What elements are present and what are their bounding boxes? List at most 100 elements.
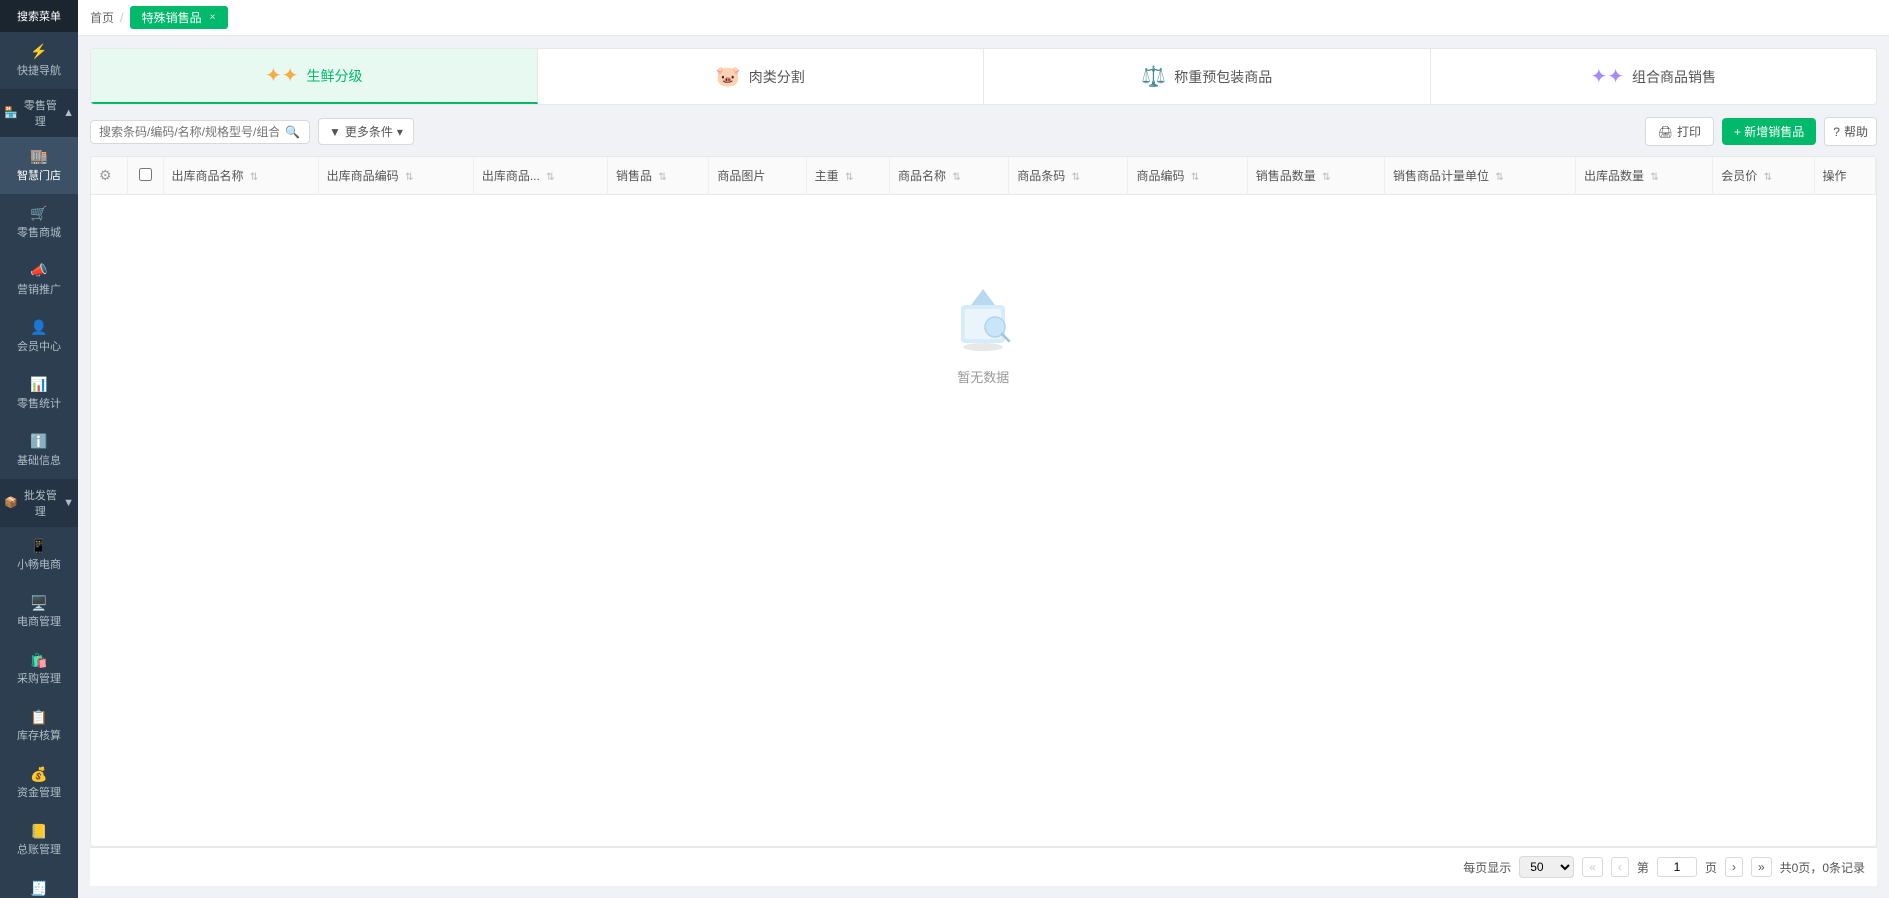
- sidebar-item-invoice-mgmt[interactable]: 🧾 发票管理: [0, 869, 78, 898]
- sidebar-logo[interactable]: 搜索菜单: [0, 0, 78, 32]
- sidebar-item-mini-shop[interactable]: 📱 小畅电商: [0, 527, 78, 584]
- col-action: 操作: [1814, 157, 1875, 195]
- combo-goods-icon: ✦✦: [1590, 64, 1624, 89]
- page-size-label: 每页显示: [1463, 859, 1511, 876]
- inventory-icon: 📋: [4, 708, 74, 728]
- toolbar-right: 🖨 打印 + 新增销售品 ? 帮助: [1645, 117, 1877, 146]
- print-icon: 🖨: [1658, 125, 1673, 139]
- page-content: ✦✦ 生鲜分级 🐷 肉类分割 ⚖️ 称重预包装商品 ✦✦ 组合商品销售 🔍: [78, 36, 1889, 898]
- sidebar-item-wholesale-mgmt[interactable]: 📦 批发管理 ▼: [0, 479, 78, 527]
- empty-text: 暂无数据: [957, 367, 1009, 386]
- main-content: 首页 / 特殊销售品 × ✦✦ 生鲜分级 🐷 肉类分割 ⚖️ 称重预包装商品 ✦…: [78, 0, 1889, 898]
- sales-promo-icon: 📣: [4, 261, 74, 281]
- breadcrumb-active-tab[interactable]: 特殊销售品 ×: [130, 6, 228, 29]
- first-page-button[interactable]: «: [1582, 857, 1603, 877]
- search-icon[interactable]: 🔍: [285, 125, 300, 139]
- page-size-select[interactable]: 50 10 20 100: [1519, 856, 1574, 878]
- prev-page-button[interactable]: ‹: [1611, 857, 1629, 877]
- col-product-name[interactable]: 商品名称 ⇅: [889, 157, 1008, 195]
- breadcrumb-home[interactable]: 首页: [90, 9, 114, 26]
- sort-icon9: ⇅: [1322, 172, 1330, 183]
- gear-icon[interactable]: ⚙: [99, 167, 112, 183]
- sidebar-item-inventory[interactable]: 📋 库存核算: [0, 698, 78, 755]
- next-page-button[interactable]: ›: [1725, 857, 1743, 877]
- col-out-product-more[interactable]: 出库商品... ⇅: [473, 157, 607, 195]
- last-page-button[interactable]: »: [1751, 857, 1772, 877]
- sort-icon7: ⇅: [1072, 172, 1080, 183]
- mini-shop-icon: 📱: [4, 537, 74, 557]
- sort-icon8: ⇅: [1191, 172, 1199, 183]
- select-all-checkbox[interactable]: [139, 168, 152, 181]
- col-out-qty[interactable]: 出库品数量 ⇅: [1576, 157, 1713, 195]
- wholesale-mgmt-icon: 📦: [4, 496, 18, 509]
- col-settings[interactable]: ⚙: [91, 157, 127, 195]
- tab-meat-cut[interactable]: 🐷 肉类分割: [538, 49, 985, 104]
- empty-icon: [943, 275, 1023, 355]
- topbar: 首页 / 特殊销售品 ×: [78, 0, 1889, 36]
- smart-store-icon: 🏬: [4, 147, 74, 167]
- retail-mall-icon: 🛒: [4, 204, 74, 224]
- sidebar-item-retail-stats[interactable]: 📊 零售统计: [0, 365, 78, 422]
- empty-state: 暂无数据: [91, 195, 1876, 466]
- col-checkbox[interactable]: [127, 157, 163, 195]
- tab-combo-goods[interactable]: ✦✦ 组合商品销售: [1431, 49, 1877, 104]
- pagination-bar: 每页显示 50 10 20 100 « ‹ 第 页 › » 共0页，0条记录: [90, 847, 1877, 886]
- search-input[interactable]: [99, 125, 279, 139]
- invoice-mgmt-icon: 🧾: [4, 879, 74, 898]
- col-out-product-name[interactable]: 出库商品名称 ⇅: [163, 157, 318, 195]
- tab-scale-prepack[interactable]: ⚖️ 称重预包装商品: [984, 49, 1431, 104]
- finance-icon: 💰: [4, 765, 74, 785]
- retail-stats-icon: 📊: [4, 375, 74, 395]
- sort-icon10: ⇅: [1495, 172, 1503, 183]
- col-weight[interactable]: 主重 ⇅: [806, 157, 889, 195]
- sort-icon3: ⇅: [546, 172, 554, 183]
- current-page-input[interactable]: [1657, 857, 1697, 877]
- search-box[interactable]: 🔍: [90, 120, 310, 144]
- add-sales-product-button[interactable]: + 新增销售品: [1722, 118, 1816, 145]
- sort-icon12: ⇅: [1764, 172, 1772, 183]
- retail-mgmt-icon: 🏪: [4, 106, 18, 119]
- col-product-image: 商品图片: [709, 157, 806, 195]
- chevron-icon: ▲: [63, 107, 74, 119]
- sidebar-item-sales-promo[interactable]: 📣 营销推广: [0, 251, 78, 308]
- help-icon: ?: [1833, 125, 1840, 139]
- print-button[interactable]: 🖨 打印: [1645, 117, 1714, 146]
- sort-icon4: ⇅: [658, 172, 666, 183]
- sidebar: 搜索菜单 ⚡ 快捷导航 🏪 零售管理 ▲ 🏬 智慧门店 🛒 零售商城 📣 营销推…: [0, 0, 78, 898]
- col-out-product-code[interactable]: 出库商品编码 ⇅: [318, 157, 473, 195]
- tab-row: ✦✦ 生鲜分级 🐷 肉类分割 ⚖️ 称重预包装商品 ✦✦ 组合商品销售: [90, 48, 1877, 105]
- basic-info-icon: ℹ️: [4, 432, 74, 452]
- close-tab-icon[interactable]: ×: [210, 12, 216, 23]
- col-barcode[interactable]: 商品条码 ⇅: [1009, 157, 1128, 195]
- filter-icon: ▼: [329, 125, 341, 139]
- breadcrumb-separator: /: [120, 10, 124, 25]
- page-label-post: 页: [1705, 859, 1717, 876]
- sidebar-item-basic-info[interactable]: ℹ️ 基础信息: [0, 422, 78, 479]
- sidebar-item-retail-mall[interactable]: 🛒 零售商城: [0, 194, 78, 251]
- col-sales-goods[interactable]: 销售品 ⇅: [608, 157, 709, 195]
- sidebar-item-purchase-mgmt[interactable]: 🛍️ 采购管理: [0, 641, 78, 698]
- ecommerce-mgmt-icon: 🖥️: [4, 594, 74, 614]
- tab-fresh-grade[interactable]: ✦✦ 生鲜分级: [91, 49, 538, 104]
- col-product-num[interactable]: 商品编码 ⇅: [1128, 157, 1247, 195]
- col-sales-qty[interactable]: 销售品数量 ⇅: [1247, 157, 1384, 195]
- sidebar-item-member-center[interactable]: 👤 会员中心: [0, 308, 78, 365]
- quick-nav-icon: ⚡: [4, 42, 74, 62]
- filter-button[interactable]: ▼ 更多条件 ▾: [318, 118, 414, 145]
- sort-icon5: ⇅: [845, 172, 853, 183]
- total-records: 共0页，0条记录: [1780, 859, 1865, 876]
- member-center-icon: 👤: [4, 318, 74, 338]
- col-sales-unit[interactable]: 销售商品计量单位 ⇅: [1384, 157, 1575, 195]
- sidebar-item-ledger-mgmt[interactable]: 📒 总账管理: [0, 812, 78, 869]
- help-button[interactable]: ? 帮助: [1824, 117, 1877, 146]
- purchase-mgmt-icon: 🛍️: [4, 651, 74, 671]
- sidebar-item-finance[interactable]: 💰 资金管理: [0, 755, 78, 812]
- sidebar-item-retail-mgmt[interactable]: 🏪 零售管理 ▲: [0, 89, 78, 137]
- sidebar-item-ecommerce-mgmt[interactable]: 🖥️ 电商管理: [0, 584, 78, 641]
- scale-prepack-icon: ⚖️: [1141, 64, 1166, 89]
- toolbar-left: 🔍 ▼ 更多条件 ▾: [90, 118, 414, 145]
- fresh-grade-icon: ✦✦: [265, 63, 299, 88]
- sidebar-item-smart-store[interactable]: 🏬 智慧门店: [0, 137, 78, 194]
- col-member-price[interactable]: 会员价 ⇅: [1713, 157, 1814, 195]
- sidebar-item-quick-nav[interactable]: ⚡ 快捷导航: [0, 32, 78, 89]
